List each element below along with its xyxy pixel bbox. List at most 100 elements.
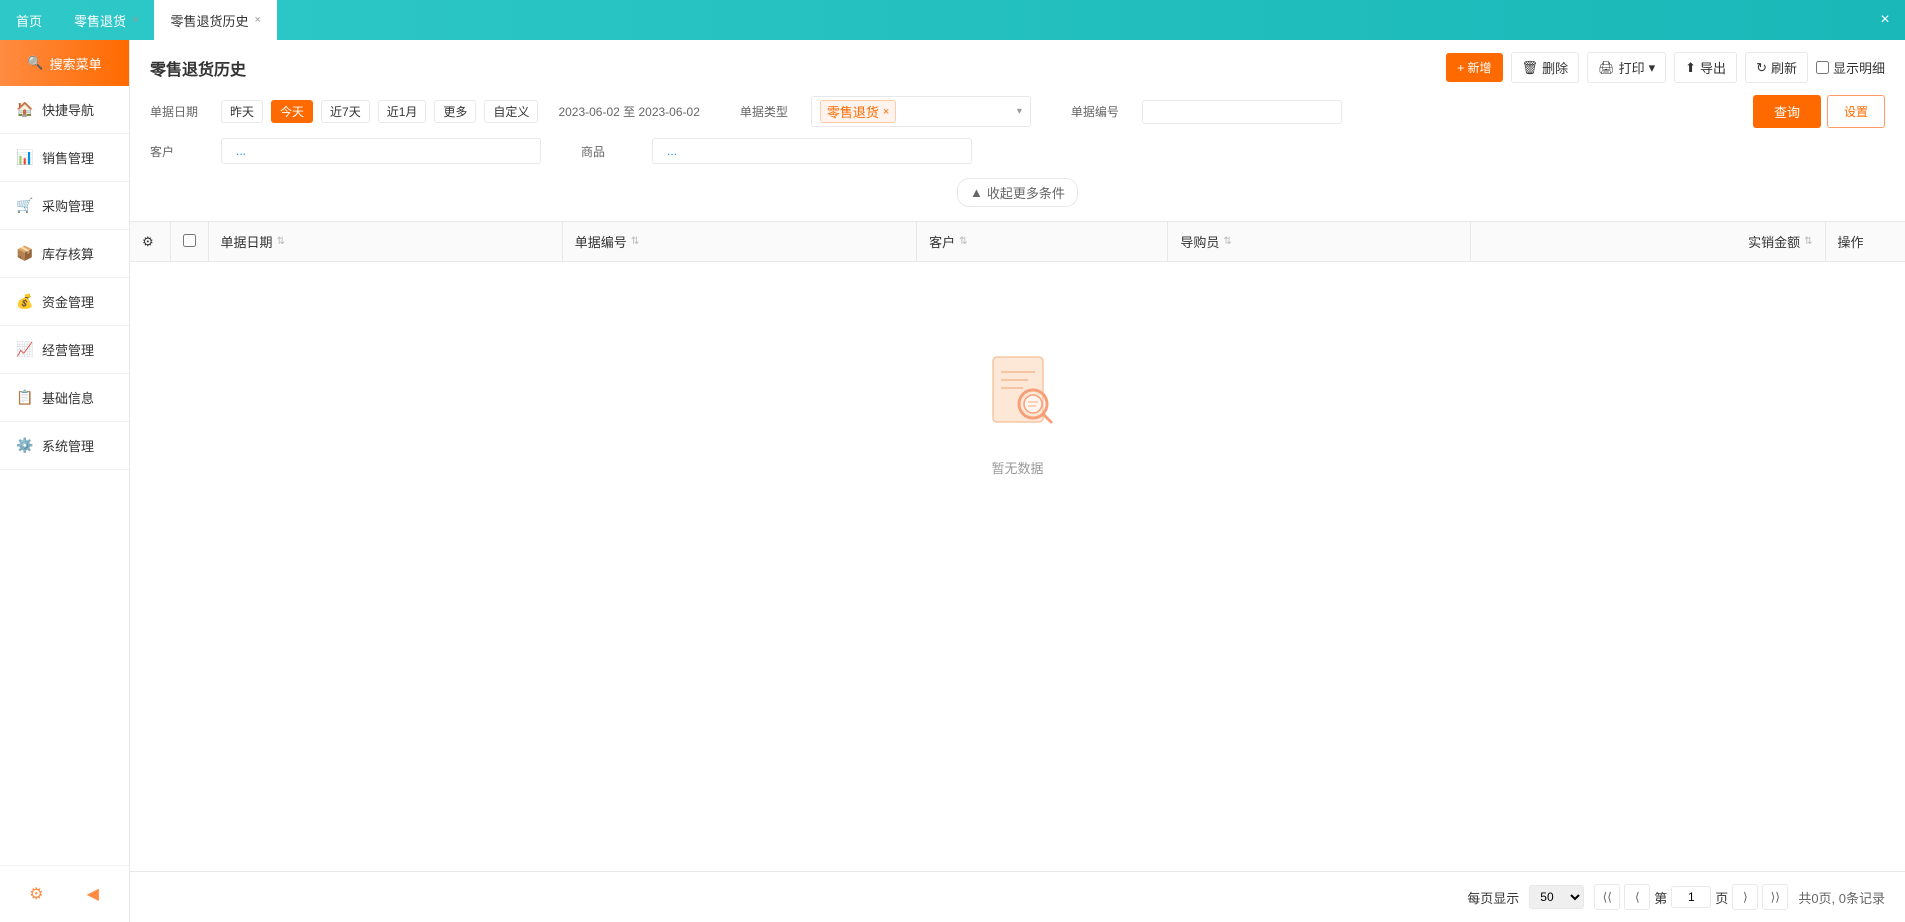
type-select[interactable]: 零售退货 × ▾	[811, 96, 1031, 127]
date-label: 单据日期	[150, 103, 205, 120]
select-all-checkbox[interactable]	[183, 234, 196, 247]
sidebar-item-label: 系统管理	[42, 436, 94, 455]
customer-ellipsis[interactable]: ...	[230, 142, 252, 160]
data-table: ⚙ 单据日期 ⇅ 单据编号	[130, 222, 1905, 557]
filter-settings-button[interactable]: 设置	[1827, 95, 1885, 128]
tab-label: 首页	[16, 11, 42, 30]
number-label: 单据编号	[1071, 103, 1126, 120]
top-tab[interactable]: 零售退货 ×	[58, 0, 154, 40]
sidebar-icon: 🛒	[16, 197, 34, 215]
type-tag: 零售退货 ×	[820, 100, 896, 123]
add-button[interactable]: + 新增	[1446, 53, 1502, 82]
sidebar-item-label: 基础信息	[42, 388, 94, 407]
customer-label: 客户	[150, 143, 205, 160]
th-date[interactable]: 单据日期 ⇅	[208, 222, 562, 262]
sidebar-bottom: ⚙ ◀	[0, 865, 129, 922]
sort-amount-icon: ⇅	[1804, 236, 1812, 247]
sidebar-icon: 📈	[16, 341, 34, 359]
sidebar-item-label: 快捷导航	[42, 100, 94, 119]
date-btn-更多[interactable]: 更多	[434, 100, 476, 123]
total-info: 共0页, 0条记录	[1798, 888, 1885, 907]
delete-icon: 🗑	[1522, 60, 1539, 76]
filter-row-2: 客户 ... 商品 ...	[150, 138, 1885, 164]
type-tag-item: 零售退货 ×	[820, 100, 896, 123]
sidebar-icon: ⚙️	[16, 437, 34, 455]
sidebar-icon: 📊	[16, 149, 34, 167]
sidebar-item-资金管理[interactable]: 💰资金管理	[0, 278, 129, 326]
empty-illustration	[968, 342, 1068, 442]
export-button[interactable]: ⬆ 导出	[1674, 52, 1737, 83]
sidebar-item-库存核算[interactable]: 📦库存核算	[0, 230, 129, 278]
print-icon: 🖨	[1598, 60, 1615, 76]
date-btn-今天[interactable]: 今天	[271, 100, 313, 123]
th-customer[interactable]: 客户 ⇅	[917, 222, 1168, 262]
search-menu-label: 搜索菜单	[50, 54, 102, 73]
sidebar-item-采购管理[interactable]: 🛒采购管理	[0, 182, 129, 230]
show-detail-checkbox-label[interactable]: 显示明细	[1816, 58, 1885, 77]
next-page-button[interactable]: ⟩	[1732, 884, 1758, 910]
collapse-icon: ▲	[970, 185, 983, 200]
pagination-bar: 每页显示 50 100 200 ⟨⟨ ⟨ 第 1 页 ⟩ ⟩⟩ 共0页, 0条记…	[130, 871, 1905, 922]
tab-label: 零售退货	[74, 11, 126, 30]
first-page-button[interactable]: ⟨⟨	[1594, 884, 1620, 910]
th-number[interactable]: 单据编号 ⇅	[562, 222, 916, 262]
window-close-button[interactable]: ×	[1865, 11, 1905, 29]
sidebar-item-label: 销售管理	[42, 148, 94, 167]
export-icon: ⬆	[1685, 60, 1696, 76]
sidebar-item-系统管理[interactable]: ⚙️ 系统管理	[0, 422, 129, 470]
search-menu-button[interactable]: 🔍 搜索菜单	[0, 40, 129, 86]
per-page-select[interactable]: 50 100 200	[1529, 885, 1584, 909]
top-tab[interactable]: 零售退货历史 ×	[154, 0, 276, 40]
settings-icon: ⚙	[142, 234, 154, 249]
refresh-button[interactable]: ↻ 刷新	[1745, 52, 1808, 83]
th-settings[interactable]: ⚙	[130, 222, 170, 262]
search-icon: 🔍	[27, 55, 43, 71]
th-operation: 操作	[1825, 222, 1905, 262]
date-btn-近7天[interactable]: 近7天	[321, 100, 370, 123]
prev-page-button[interactable]: ⟨	[1624, 884, 1650, 910]
sort-guide-icon: ⇅	[1223, 236, 1231, 247]
th-guide[interactable]: 导购员 ⇅	[1168, 222, 1471, 262]
page-nav: ⟨⟨ ⟨ 第 1 页 ⟩ ⟩⟩	[1594, 884, 1788, 910]
table-header-row: ⚙ 单据日期 ⇅ 单据编号	[130, 222, 1905, 262]
tab-label: 零售退货历史	[170, 11, 248, 30]
tab-close-icon[interactable]: ×	[254, 14, 260, 26]
th-checkbox[interactable]	[170, 222, 208, 262]
type-label: 单据类型	[740, 103, 795, 120]
date-btn-自定义[interactable]: 自定义	[484, 100, 538, 123]
sidebar-item-基础信息[interactable]: 📋基础信息	[0, 374, 129, 422]
page-suffix: 页	[1715, 888, 1728, 907]
date-range-display: 2023-06-02 至 2023-06-02	[558, 103, 699, 120]
type-tag-close[interactable]: ×	[883, 106, 889, 118]
collapse-sidebar-button[interactable]: ◀	[77, 878, 109, 910]
page-label: 第	[1654, 888, 1667, 907]
collapse-button[interactable]: ▲ 收起更多条件	[957, 178, 1078, 207]
top-tab[interactable]: 首页	[0, 0, 58, 40]
page-header: 零售退货历史 + 新增 🗑 删除 🖨 打印 ▾ ⬆ 导出	[130, 40, 1905, 222]
page-number-input[interactable]: 1	[1671, 886, 1711, 908]
last-page-button[interactable]: ⟩⟩	[1762, 884, 1788, 910]
th-amount[interactable]: 实销金额 ⇅	[1471, 222, 1825, 262]
table-container: ⚙ 单据日期 ⇅ 单据编号	[130, 222, 1905, 871]
tab-list: 首页 零售退货 × 零售退货历史 ×	[0, 0, 1865, 40]
settings-bottom-button[interactable]: ⚙	[20, 878, 52, 910]
number-input[interactable]	[1142, 100, 1342, 124]
main-layout: 🔍 搜索菜单 🏠快捷导航 📊 销售管理 🛒采购管理📦库存核算💰资金管理📈经营管理📋基础…	[0, 40, 1905, 922]
goods-select[interactable]: ...	[652, 138, 972, 164]
customer-select[interactable]: ...	[221, 138, 541, 164]
sidebar-item-经营管理[interactable]: 📈经营管理	[0, 326, 129, 374]
sidebar-icon: 💰	[16, 293, 34, 311]
query-button[interactable]: 查询	[1753, 95, 1821, 128]
sort-number-icon: ⇅	[631, 236, 639, 247]
content-area: 零售退货历史 + 新增 🗑 删除 🖨 打印 ▾ ⬆ 导出	[130, 40, 1905, 922]
tab-close-icon[interactable]: ×	[132, 14, 138, 26]
delete-button[interactable]: 🗑 删除	[1511, 52, 1580, 83]
print-button[interactable]: 🖨 打印 ▾	[1587, 52, 1666, 83]
date-btn-近1月[interactable]: 近1月	[378, 100, 427, 123]
show-detail-checkbox[interactable]	[1816, 61, 1829, 74]
sidebar-item-label: 库存核算	[42, 244, 94, 263]
date-btn-昨天[interactable]: 昨天	[221, 100, 263, 123]
sidebar-item-快捷导航[interactable]: 🏠快捷导航	[0, 86, 129, 134]
sidebar-item-销售管理[interactable]: 📊 销售管理	[0, 134, 129, 182]
goods-ellipsis[interactable]: ...	[661, 142, 683, 160]
